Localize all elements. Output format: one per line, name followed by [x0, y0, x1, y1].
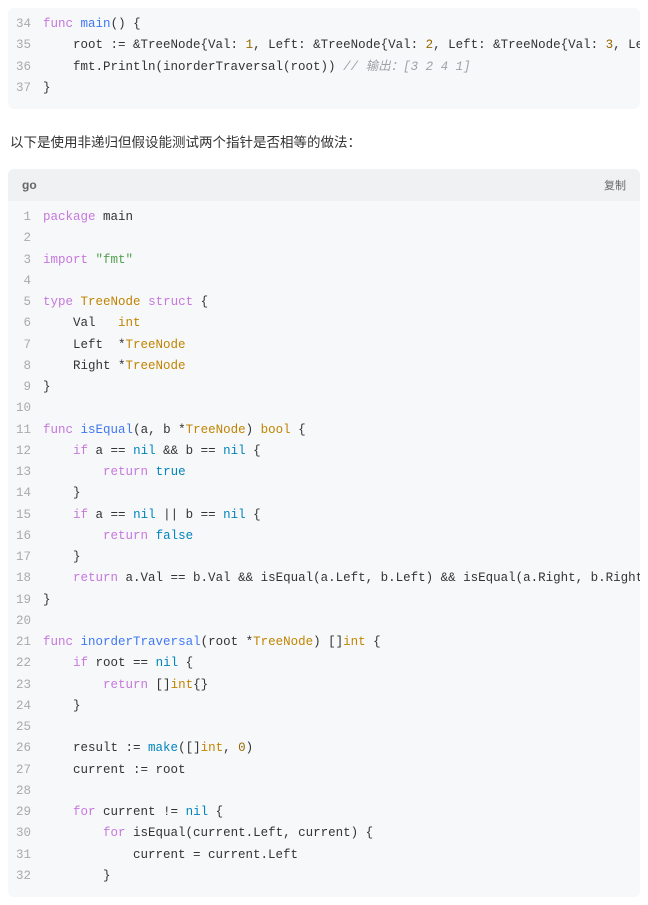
code-block-2: go 复制 1 2 3 4 5 6 7 8 9 10 11 12 13 14 1…	[8, 169, 640, 897]
gutter-1: 34 35 36 37	[8, 14, 43, 99]
prose-text: 以下是使用非递归但假设能测试两个指针是否相等的做法：	[0, 117, 648, 161]
code-body-1: 34 35 36 37 func main() { root := &TreeN…	[8, 8, 640, 109]
code-body-2: 1 2 3 4 5 6 7 8 9 10 11 12 13 14 15 16 1…	[8, 201, 640, 897]
gutter-2: 1 2 3 4 5 6 7 8 9 10 11 12 13 14 15 16 1…	[8, 207, 43, 887]
code-lines-2[interactable]: package main import "fmt" type TreeNode …	[43, 207, 640, 887]
lang-label: go	[22, 178, 37, 192]
code-block-1: 34 35 36 37 func main() { root := &TreeN…	[8, 8, 640, 109]
code-lines-1[interactable]: func main() { root := &TreeNode{Val: 1, …	[43, 14, 640, 99]
code-header: go 复制	[8, 169, 640, 201]
copy-button[interactable]: 复制	[604, 177, 626, 193]
